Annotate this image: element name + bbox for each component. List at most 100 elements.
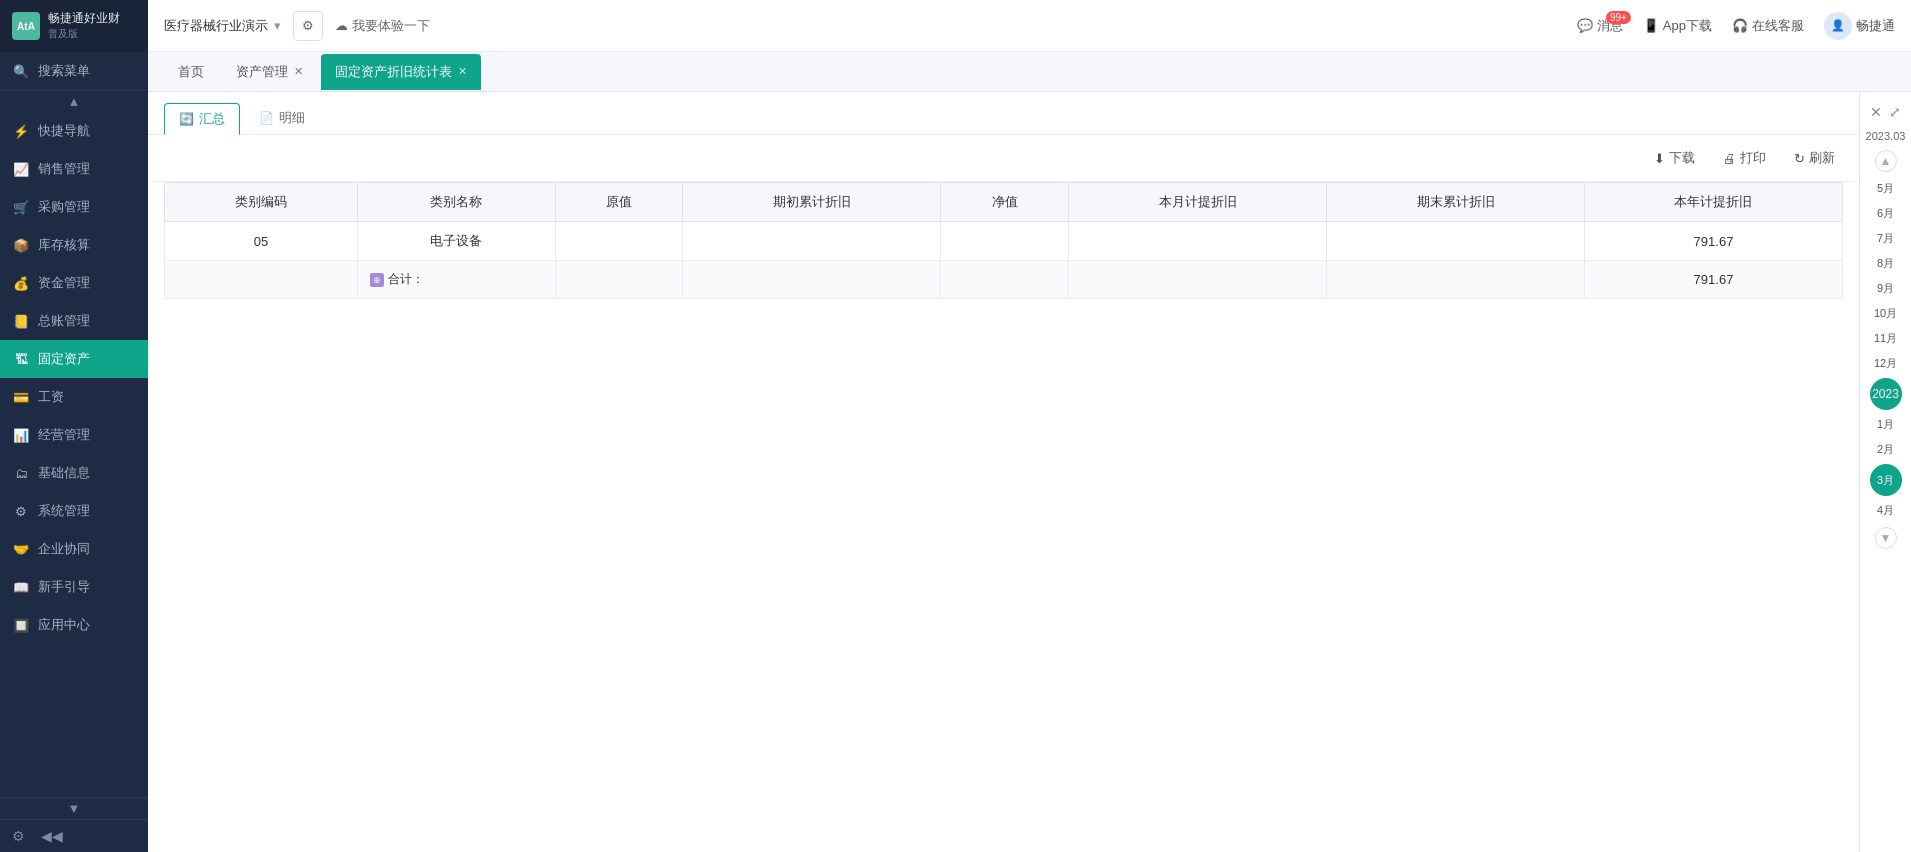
download-button[interactable]: ⬇ 下载 [1646, 145, 1703, 171]
month-8[interactable]: 8月 [1860, 251, 1911, 276]
cell-annual-dep: 791.67 [1584, 222, 1842, 261]
basic-info-label: 基础信息 [38, 464, 90, 482]
operations-icon: 📊 [12, 426, 30, 444]
purchase-label: 采购管理 [38, 198, 90, 216]
user-profile[interactable]: 👤 畅捷通 [1824, 12, 1895, 40]
sidebar-scroll-down[interactable]: ▼ [0, 797, 148, 819]
system-icon: ⚙ [12, 502, 30, 520]
month-11[interactable]: 11月 [1860, 326, 1911, 351]
refresh-icon: ↻ [1794, 151, 1805, 166]
app-download-button[interactable]: 📱 App下载 [1643, 17, 1712, 35]
basic-info-icon: 🗂 [12, 464, 30, 482]
sidebar-item-inventory[interactable]: 📦 库存核算 [0, 226, 148, 264]
fund-label: 资金管理 [38, 274, 90, 292]
total-net [941, 261, 1069, 299]
total-icon: ⊕ [370, 273, 384, 287]
year-marker: 2023 [1870, 378, 1902, 410]
sidebar-collapse-icon[interactable]: ◀◀ [41, 828, 63, 844]
service-button[interactable]: 🎧 在线客服 [1732, 17, 1804, 35]
sidebar-logo: AtA 畅捷通好业财 普及版 [0, 0, 148, 52]
col-header-code: 类别编码 [165, 183, 358, 222]
total-initial-dep [683, 261, 941, 299]
experience-button[interactable]: ☁ 我要体验一下 [335, 17, 430, 35]
cell-net [941, 222, 1069, 261]
panel-scroll-up[interactable]: ▲ [1875, 150, 1897, 172]
collab-icon: 🤝 [12, 540, 30, 558]
sidebar-item-app-center[interactable]: 🔲 应用中心 [0, 606, 148, 644]
total-end-dep [1327, 261, 1585, 299]
cell-monthly-dep [1069, 222, 1327, 261]
table-container: 类别编码 类别名称 原值 期初累计折旧 净值 本月计提折旧 期末累计折旧 本年计… [148, 182, 1859, 852]
cell-name: 电子设备 [357, 222, 555, 261]
sales-icon: 📈 [12, 160, 30, 178]
search-label: 搜索菜单 [38, 62, 90, 80]
month-4[interactable]: 4月 [1860, 498, 1911, 523]
month-5[interactable]: 5月 [1860, 176, 1911, 201]
sub-tab-summary[interactable]: 🔄 汇总 [164, 103, 240, 135]
topbar-settings-button[interactable]: ⚙ [293, 11, 323, 41]
tab-asset-mgmt[interactable]: 资产管理 ✕ [222, 54, 317, 90]
sidebar-item-operations[interactable]: 📊 经营管理 [0, 416, 148, 454]
month-2[interactable]: 2月 [1860, 437, 1911, 462]
sub-tabs: 🔄 汇总 📄 明细 [148, 92, 1859, 135]
app-center-icon: 🔲 [12, 616, 30, 634]
refresh-button[interactable]: ↻ 刷新 [1786, 145, 1843, 171]
panel-scroll-down[interactable]: ▼ [1875, 527, 1897, 549]
month-6[interactable]: 6月 [1860, 201, 1911, 226]
sidebar-bottom: ⚙ ◀◀ [0, 819, 148, 852]
sidebar-item-system[interactable]: ⚙ 系统管理 [0, 492, 148, 530]
tab-home[interactable]: 首页 [164, 54, 218, 90]
panel-year-label: 2023.03 [1860, 126, 1911, 146]
sidebar-item-nav[interactable]: ⚡ 快捷导航 [0, 112, 148, 150]
month-3-selected[interactable]: 3月 [1870, 464, 1902, 496]
col-header-monthly-dep: 本月计提折旧 [1069, 183, 1327, 222]
inventory-icon: 📦 [12, 236, 30, 254]
col-header-end-dep: 期末累计折旧 [1327, 183, 1585, 222]
company-selector[interactable]: 医疗器械行业演示 ▾ [164, 17, 281, 35]
download-icon: 📱 [1643, 18, 1659, 33]
sidebar-item-purchase[interactable]: 🛒 采购管理 [0, 188, 148, 226]
sidebar-scroll-up[interactable]: ▲ [0, 90, 148, 112]
panel-expand-icon[interactable]: ⤢ [1886, 102, 1906, 122]
tab-fixed-asset[interactable]: 固定资产折旧统计表 ✕ [321, 54, 481, 90]
download-icon: ⬇ [1654, 151, 1665, 166]
sidebar-settings-icon[interactable]: ⚙ [12, 828, 25, 844]
settings-icon: ⚙ [302, 18, 314, 33]
sidebar-item-fixed-asset[interactable]: 🏗 固定资产 [0, 340, 148, 378]
month-9[interactable]: 9月 [1860, 276, 1911, 301]
avatar: 👤 [1824, 12, 1852, 40]
fixed-asset-label: 固定资产 [38, 350, 90, 368]
total-original [555, 261, 683, 299]
sidebar-item-sales[interactable]: 📈 销售管理 [0, 150, 148, 188]
app-center-label: 应用中心 [38, 616, 90, 634]
col-header-initial-dep: 期初累计折旧 [683, 183, 941, 222]
month-10[interactable]: 10月 [1860, 301, 1911, 326]
sidebar-item-fund[interactable]: 💰 资金管理 [0, 264, 148, 302]
month-12[interactable]: 12月 [1860, 351, 1911, 376]
tab-asset-mgmt-label: 资产管理 [236, 63, 288, 81]
sidebar-search[interactable]: 🔍 搜索菜单 [0, 52, 148, 90]
col-header-name: 类别名称 [357, 183, 555, 222]
service-label: 在线客服 [1752, 17, 1804, 35]
app-download-label: App下载 [1663, 17, 1712, 35]
detail-tab-icon: 📄 [259, 111, 274, 125]
table-row: 05 电子设备 791.67 [165, 222, 1843, 261]
ledger-icon: 📒 [12, 312, 30, 330]
tab-asset-mgmt-close[interactable]: ✕ [294, 65, 303, 78]
content-main: 🔄 汇总 📄 明细 ⬇ 下载 🖨 打印 ↻ [148, 92, 1859, 852]
sidebar-item-salary[interactable]: 💳 工资 [0, 378, 148, 416]
month-7[interactable]: 7月 [1860, 226, 1911, 251]
service-icon: 🎧 [1732, 18, 1748, 33]
tab-fixed-asset-close[interactable]: ✕ [458, 65, 467, 78]
nav-icon: ⚡ [12, 122, 30, 140]
panel-close-icon[interactable]: ✕ [1866, 102, 1886, 122]
sub-tab-detail[interactable]: 📄 明细 [244, 102, 320, 134]
month-1[interactable]: 1月 [1860, 412, 1911, 437]
message-button[interactable]: 💬 消息 99+ [1577, 17, 1623, 35]
table-total-row: ⊕ 合计： 791.67 [165, 261, 1843, 299]
sidebar-item-ledger[interactable]: 📒 总账管理 [0, 302, 148, 340]
sidebar-item-collab[interactable]: 🤝 企业协同 [0, 530, 148, 568]
print-button[interactable]: 🖨 打印 [1715, 145, 1774, 171]
sidebar-item-guide[interactable]: 📖 新手引导 [0, 568, 148, 606]
sidebar-item-basic-info[interactable]: 🗂 基础信息 [0, 454, 148, 492]
